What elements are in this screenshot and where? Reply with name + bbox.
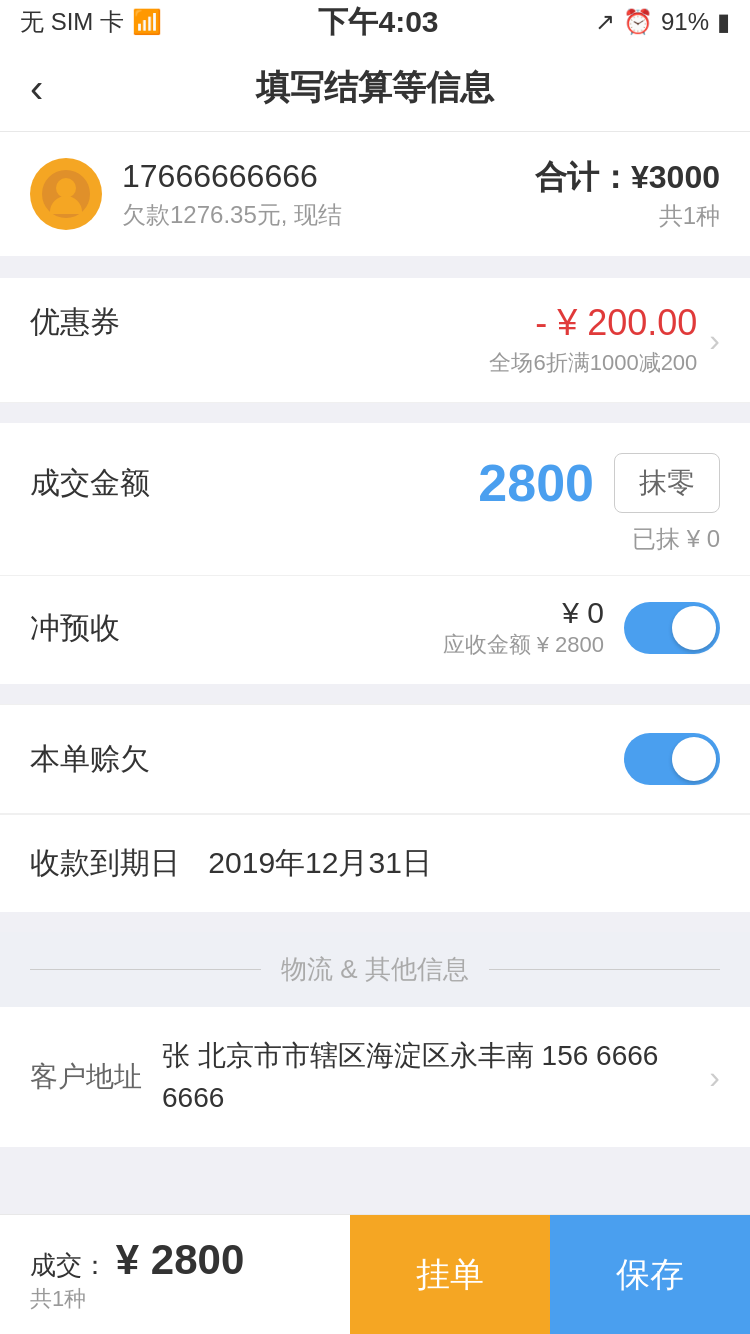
back-button[interactable]: ‹ bbox=[30, 68, 43, 108]
logistics-text: 物流 & 其他信息 bbox=[261, 952, 489, 987]
deal-row: 成交金额 2800 抹零 bbox=[30, 453, 720, 523]
customer-left: 17666666666 欠款1276.35元, 现结 bbox=[30, 158, 342, 231]
pre-receive-row: 冲预收 ¥ 0 应收金额 ¥ 2800 bbox=[0, 575, 750, 684]
receivable-row: 本单赊欠 bbox=[0, 704, 750, 813]
section-divider-5 bbox=[0, 912, 750, 932]
sim-status: 无 SIM 卡 bbox=[20, 6, 124, 38]
coupon-desc: 全场6折满1000减200 bbox=[489, 348, 697, 378]
bottom-deal-row: 成交： ¥ 2800 bbox=[30, 1236, 320, 1284]
bottom-count: 共1种 bbox=[30, 1284, 320, 1314]
status-bar: 无 SIM 卡 📶 下午4:03 ↗ ⏰ 91% ▮ bbox=[0, 0, 750, 44]
bottom-summary: 成交： ¥ 2800 共1种 bbox=[0, 1236, 350, 1314]
hold-button[interactable]: 挂单 bbox=[350, 1215, 550, 1335]
due-date-value: 2019年12月31日 bbox=[208, 846, 431, 879]
nav-bar: ‹ 填写结算等信息 bbox=[0, 44, 750, 132]
save-button[interactable]: 保存 bbox=[550, 1215, 750, 1335]
pre-amount-wrap: ¥ 0 应收金额 ¥ 2800 bbox=[443, 596, 604, 660]
main-content: 17666666666 欠款1276.35元, 现结 合计：¥3000 共1种 … bbox=[0, 132, 750, 1334]
toggle-knob-1 bbox=[672, 606, 716, 650]
deal-right: 2800 抹零 bbox=[478, 453, 720, 513]
toggle-knob-2 bbox=[672, 737, 716, 781]
deal-label: 成交金额 bbox=[30, 463, 150, 504]
coupon-row[interactable]: 优惠券 - ¥ 200.00 全场6折满1000减200 › bbox=[0, 278, 750, 403]
pre-label: 冲预收 bbox=[30, 608, 120, 649]
pre-receive-toggle[interactable] bbox=[624, 602, 720, 654]
logistics-header: 物流 & 其他信息 bbox=[0, 932, 750, 1007]
due-date-label: 收款到期日 bbox=[30, 846, 180, 879]
address-row[interactable]: 客户地址 张 北京市市辖区海淀区永丰南 156 6666 6666 › bbox=[0, 1007, 750, 1147]
address-label: 客户地址 bbox=[30, 1058, 142, 1096]
pre-desc: 应收金额 ¥ 2800 bbox=[443, 630, 604, 660]
pre-right: ¥ 0 应收金额 ¥ 2800 bbox=[443, 596, 720, 660]
deal-sub: 已抹 ¥ 0 bbox=[30, 523, 720, 575]
location-icon: ↗ bbox=[595, 8, 615, 36]
address-chevron: › bbox=[709, 1059, 720, 1096]
customer-phone: 17666666666 bbox=[122, 158, 342, 195]
logistics-line-right bbox=[489, 969, 720, 970]
round-button[interactable]: 抹零 bbox=[614, 453, 720, 513]
due-date-row: 收款到期日 2019年12月31日 bbox=[0, 814, 750, 912]
customer-desc: 欠款1276.35元, 现结 bbox=[122, 199, 342, 231]
alarm-icon: ⏰ bbox=[623, 8, 653, 36]
total-amount: 合计：¥3000 bbox=[535, 156, 720, 200]
deal-amount: 2800 bbox=[478, 453, 594, 513]
bottom-amount: ¥ 2800 bbox=[116, 1236, 244, 1283]
avatar bbox=[30, 158, 102, 230]
battery-icon: ▮ bbox=[717, 8, 730, 36]
status-time: 下午4:03 bbox=[318, 2, 438, 43]
bottom-bar: 成交： ¥ 2800 共1种 挂单 保存 bbox=[0, 1214, 750, 1334]
section-divider-1 bbox=[0, 258, 750, 278]
status-left: 无 SIM 卡 📶 bbox=[20, 6, 162, 38]
bottom-deal-label: 成交： bbox=[30, 1250, 108, 1280]
coupon-label: 优惠券 bbox=[30, 302, 120, 343]
logistics-line-left bbox=[30, 969, 261, 970]
section-divider-3 bbox=[0, 684, 750, 704]
customer-row: 17666666666 欠款1276.35元, 现结 合计：¥3000 共1种 bbox=[0, 132, 750, 256]
total-count: 共1种 bbox=[535, 200, 720, 232]
coupon-amount: - ¥ 200.00 bbox=[489, 302, 697, 344]
status-right: ↗ ⏰ 91% ▮ bbox=[595, 8, 730, 36]
avatar-inner bbox=[42, 170, 90, 218]
wifi-icon: 📶 bbox=[132, 8, 162, 36]
section-divider-2 bbox=[0, 403, 750, 423]
pre-amount: ¥ 0 bbox=[443, 596, 604, 630]
customer-right: 合计：¥3000 共1种 bbox=[535, 156, 720, 232]
coupon-chevron: › bbox=[709, 322, 720, 359]
nav-title: 填写结算等信息 bbox=[256, 65, 494, 111]
receivable-label: 本单赊欠 bbox=[30, 739, 150, 780]
deal-section: 成交金额 2800 抹零 已抹 ¥ 0 bbox=[0, 423, 750, 575]
receivable-toggle[interactable] bbox=[624, 733, 720, 785]
customer-info: 17666666666 欠款1276.35元, 现结 bbox=[122, 158, 342, 231]
battery-level: 91% bbox=[661, 8, 709, 36]
address-value: 张 北京市市辖区海淀区永丰南 156 6666 6666 bbox=[162, 1035, 689, 1119]
